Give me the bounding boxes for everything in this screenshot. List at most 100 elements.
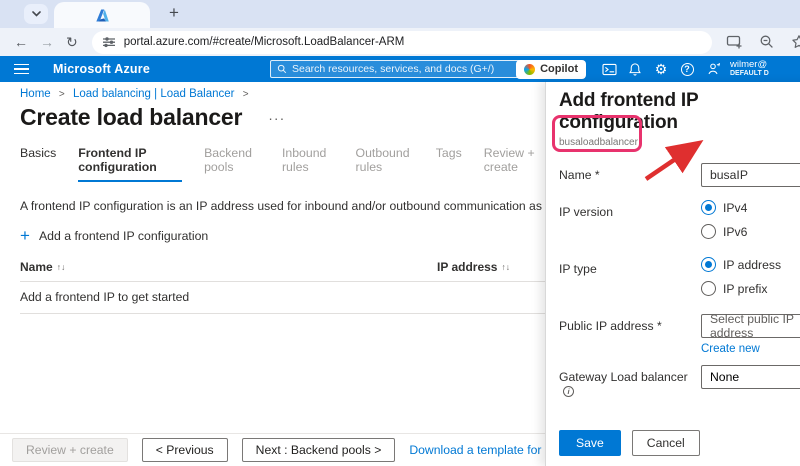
azure-top-bar: Microsoft Azure Search resources, servic… — [0, 56, 800, 82]
breadcrumb-separator-icon: > — [242, 89, 249, 100]
panel-title: Add frontend IP configuration — [559, 90, 699, 133]
main-content: Home > Load balancing | Load Balancer > … — [0, 82, 545, 466]
reload-button[interactable]: ↻ — [66, 31, 78, 53]
gateway-lb-label-text: Gateway Load balancer — [559, 370, 688, 384]
breadcrumb-separator-icon: > — [58, 89, 65, 100]
radio-ip-prefix-control[interactable] — [701, 281, 716, 296]
public-ip-label: Public IP address * — [559, 319, 662, 333]
browser-tab-azure[interactable] — [54, 2, 150, 28]
name-field-label: Name * — [559, 168, 600, 182]
previous-button[interactable]: < Previous — [141, 438, 228, 462]
radio-ipv6-control[interactable] — [701, 224, 716, 239]
ip-version-label: IP version — [559, 205, 613, 219]
feedback-button[interactable] — [700, 56, 726, 82]
info-icon[interactable]: i — [563, 386, 574, 397]
azure-brand[interactable]: Microsoft Azure — [53, 62, 150, 76]
tab-review-create[interactable]: Review + create — [484, 146, 545, 182]
panel-subtitle: busaloadbalancer — [559, 137, 638, 148]
azure-logo-icon — [95, 9, 109, 21]
back-button[interactable]: ← — [14, 31, 28, 53]
tab-backend-pools[interactable]: Backend pools — [204, 146, 260, 182]
download-template-link[interactable]: Download a template for automation — [409, 443, 545, 457]
radio-ip-prefix-label: IP prefix — [723, 281, 768, 296]
bell-icon — [629, 62, 641, 76]
search-icon — [277, 64, 287, 74]
page-title: Create load balancer — [20, 104, 243, 130]
gear-icon: ⚙ — [654, 61, 668, 77]
next-backend-pools-button[interactable]: Next : Backend pools > — [241, 438, 396, 462]
breadcrumb-load-balancing[interactable]: Load balancing | Load Balancer — [73, 88, 235, 100]
account-email: wilmer@ — [730, 58, 768, 70]
site-settings-icon — [102, 37, 115, 48]
review-create-button[interactable]: Review + create — [12, 438, 128, 462]
name-input[interactable] — [701, 163, 800, 187]
azure-header-actions: Copilot ⚙ ? wilmer@ DEFAULT D — [516, 56, 800, 82]
send-to-device-icon[interactable] — [726, 34, 743, 50]
chevron-down-icon — [31, 11, 41, 17]
zoom-icon[interactable] — [759, 34, 775, 50]
radio-ipv4-label: IPv4 — [723, 200, 748, 215]
hamburger-menu-icon[interactable] — [14, 63, 29, 75]
radio-ipv6[interactable]: IPv6 — [701, 224, 800, 239]
wizard-footer: Review + create < Previous Next : Backen… — [0, 433, 545, 466]
tab-frontend-ip-configuration[interactable]: Frontend IP configuration — [78, 146, 183, 182]
cloud-shell-icon — [601, 63, 617, 75]
column-header-name[interactable]: Name ↑↓ — [20, 260, 437, 274]
notifications-button[interactable] — [622, 56, 648, 82]
sort-icon: ↑↓ — [501, 262, 510, 272]
ip-type-label: IP type — [559, 262, 597, 276]
tab-inbound-rules[interactable]: Inbound rules — [282, 146, 334, 182]
tab-basics[interactable]: Basics — [20, 146, 56, 182]
radio-ipv4[interactable]: IPv4 — [701, 200, 800, 215]
gateway-lb-select[interactable]: None — [701, 365, 800, 389]
tab-tags[interactable]: Tags — [436, 146, 462, 182]
settings-button[interactable]: ⚙ — [648, 56, 674, 82]
address-bar[interactable]: portal.azure.com/#create/Microsoft.LoadB… — [91, 30, 712, 54]
radio-ipv4-control[interactable] — [701, 200, 716, 215]
account-directory: DEFAULT D — [730, 70, 769, 78]
tab-outbound-rules[interactable]: Outbound rules — [356, 146, 414, 182]
more-menu-icon[interactable]: ··· — [268, 110, 285, 126]
radio-ipv6-label: IPv6 — [723, 224, 748, 239]
azure-search-placeholder: Search resources, services, and docs (G+… — [292, 63, 495, 75]
cloud-shell-button[interactable] — [596, 56, 622, 82]
column-name-label: Name — [20, 260, 53, 274]
forward-button[interactable]: → — [40, 31, 54, 53]
add-frontend-ip-link[interactable]: + Add a frontend IP configuration — [20, 226, 545, 245]
copilot-icon — [524, 63, 536, 75]
new-tab-button[interactable]: + — [162, 2, 186, 26]
breadcrumb-home[interactable]: Home — [20, 88, 51, 100]
create-new-link[interactable]: Create new — [701, 343, 760, 355]
help-icon: ? — [680, 62, 694, 76]
add-frontend-ip-label: Add a frontend IP configuration — [38, 229, 209, 243]
save-button[interactable]: Save — [559, 430, 621, 456]
empty-row-text: Add a frontend IP to get started — [20, 290, 190, 304]
gateway-lb-label: Gateway Load balancer i — [559, 365, 701, 398]
url-text: portal.azure.com/#create/Microsoft.LoadB… — [123, 36, 405, 48]
copilot-label: Copilot — [540, 63, 578, 75]
copilot-button[interactable]: Copilot — [516, 59, 586, 79]
wizard-tabs: Basics Frontend IP configuration Backend… — [20, 146, 545, 182]
public-ip-select[interactable]: Select public IP address — [701, 312, 800, 340]
column-ip-label: IP address — [437, 260, 498, 274]
table-empty-row: Add a frontend IP to get started — [20, 281, 545, 314]
browser-actions — [726, 32, 800, 52]
frontend-ip-table: Name ↑↓ IP address ↑↓ Add a frontend IP … — [20, 260, 545, 314]
help-button[interactable]: ? — [674, 56, 700, 82]
cancel-button[interactable]: Cancel — [631, 430, 700, 456]
add-frontend-ip-panel: Add frontend IP configuration busaloadba… — [545, 82, 800, 466]
plus-icon: + — [20, 226, 30, 245]
frontend-ip-description: A frontend IP configuration is an IP add… — [20, 199, 545, 213]
sort-icon: ↑↓ — [56, 262, 66, 272]
feedback-person-icon — [708, 63, 720, 75]
radio-ip-address-label: IP address — [723, 257, 782, 272]
tab-search-button[interactable] — [24, 4, 48, 24]
radio-ip-address[interactable]: IP address — [701, 257, 800, 272]
bookmark-star-icon[interactable] — [791, 34, 800, 50]
radio-ip-prefix[interactable]: IP prefix — [701, 281, 800, 296]
gateway-lb-value: None — [710, 370, 740, 384]
column-header-ip-address[interactable]: IP address ↑↓ — [437, 260, 510, 274]
radio-ip-address-control[interactable] — [701, 257, 716, 272]
account-info[interactable]: wilmer@ DEFAULT D — [730, 58, 800, 79]
breadcrumb: Home > Load balancing | Load Balancer > — [20, 88, 545, 100]
